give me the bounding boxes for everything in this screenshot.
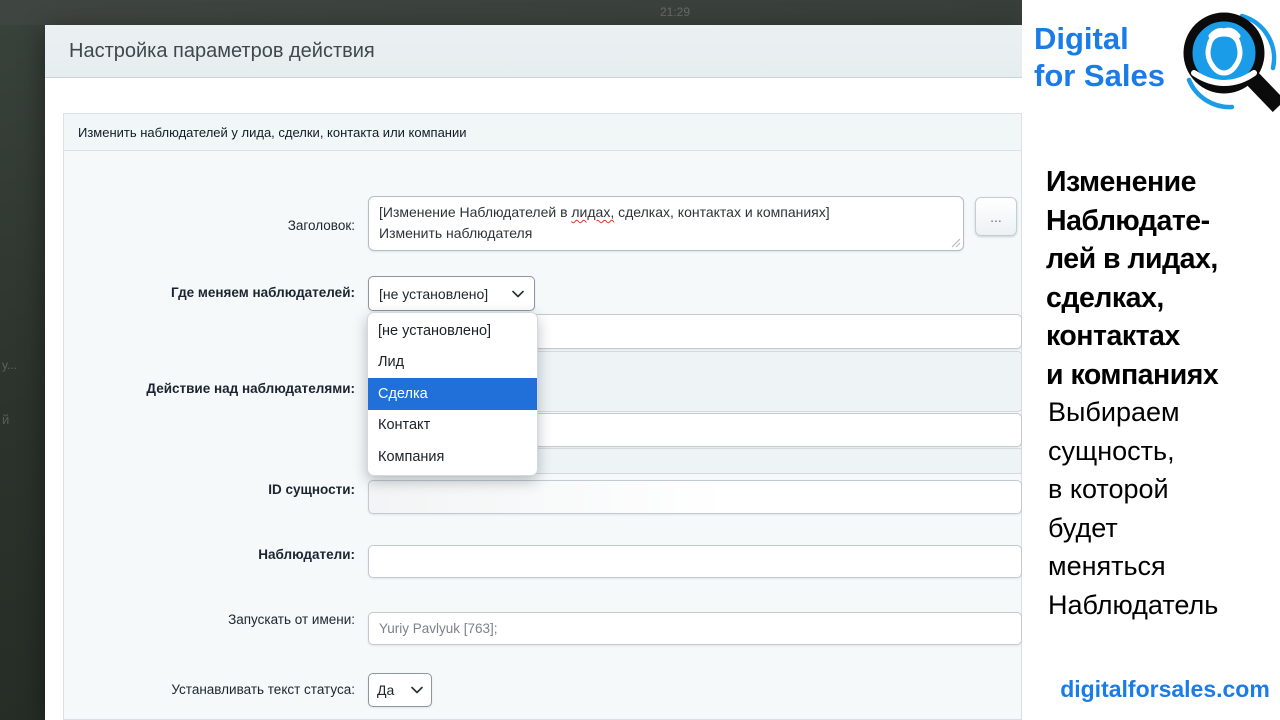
misspelled-word: лидах, xyxy=(571,204,615,220)
status-text-select-value: Да xyxy=(377,682,395,698)
dropdown-option-company[interactable]: Компания xyxy=(368,441,537,473)
sidebar-description-line: в которой xyxy=(1048,474,1169,504)
video-top-bar xyxy=(0,0,1022,25)
magnifier-face-logo-icon xyxy=(1183,12,1280,112)
brand-logo-line1: Digital xyxy=(1034,21,1129,56)
dropdown-option-lead[interactable]: Лид xyxy=(368,347,537,379)
sidebar-heading-line: лей в лидах, xyxy=(1046,243,1218,275)
action-description-bar: Изменить наблюдателей у лида, сделки, ко… xyxy=(63,113,1022,151)
title-field-label: Заголовок: xyxy=(287,218,355,233)
title-textarea-line2: Изменить наблюдателя xyxy=(379,225,533,241)
textarea-resize-handle-icon[interactable] xyxy=(951,238,961,248)
entity-id-label: ID сущности: xyxy=(268,482,355,497)
status-text-label: Устанавливать текст статуса: xyxy=(171,682,355,697)
dropdown-option-contact[interactable]: Контакт xyxy=(368,410,537,442)
brand-logo-line2: for Sales xyxy=(1034,58,1165,93)
chevron-down-icon xyxy=(512,290,524,297)
background-watermark: y... xyxy=(2,358,18,372)
title-text-part2: сделках, контактах и компаниях] xyxy=(614,204,830,220)
sidebar-description-line: Выбираем xyxy=(1048,397,1180,427)
sidebar-description-line: будет xyxy=(1048,512,1118,543)
action-field-label: Действие над наблюдателями: xyxy=(146,381,355,396)
sidebar-description: Выбираем сущность, в которой будет менят… xyxy=(1048,393,1218,624)
sidebar-heading-line: сделках, xyxy=(1046,281,1164,314)
status-text-select[interactable]: Да xyxy=(368,673,432,707)
entity-select-value: [не установлено] xyxy=(379,285,489,302)
title-textarea-line1: [Изменение Наблюдателей в лидах, сделках… xyxy=(379,202,953,223)
sidebar-heading-line: и компаниях xyxy=(1046,358,1219,391)
title-text-part1: [Изменение Наблюдателей в xyxy=(379,204,572,220)
sidebar-heading-line: Изменение xyxy=(1046,166,1197,198)
entity-dropdown-list: [не установлено] Лид Сделка Контакт Комп… xyxy=(367,312,538,476)
action-description-text: Изменить наблюдателей у лида, сделки, ко… xyxy=(78,124,467,140)
dialog-header: Настройка параметров действия xyxy=(45,25,1022,78)
sidebar-heading-line: Наблюдате- xyxy=(1046,204,1210,237)
dropdown-option-deal[interactable]: Сделка xyxy=(368,378,537,410)
sidebar-description-line: меняться xyxy=(1048,551,1166,581)
dropdown-option-not-set[interactable]: [не установлено] xyxy=(368,315,537,347)
entity-select-label: Где меняем наблюдателей: xyxy=(170,285,355,300)
run-as-label: Запускать от имени: xyxy=(228,612,355,627)
title-more-button[interactable]: ... xyxy=(975,197,1017,236)
screen: 21:29 y... й Настройка параметров действ… xyxy=(0,0,1280,720)
faint-clock-text: 21:29 xyxy=(660,5,691,19)
title-textarea[interactable]: [Изменение Наблюдателей в лидах, сделках… xyxy=(368,196,964,251)
sidebar-description-line: Наблюдатель xyxy=(1048,589,1219,620)
background-watermark: й xyxy=(2,412,10,427)
chevron-down-icon xyxy=(411,686,423,694)
run-as-input[interactable]: Yuriy Pavlyuk [763]; xyxy=(368,612,1022,645)
website-link[interactable]: digitalforsales.com xyxy=(1022,676,1280,703)
sidebar-heading-line: контактах xyxy=(1046,320,1180,352)
dialog-title: Настройка параметров действия xyxy=(69,39,375,62)
observers-label: Наблюдатели: xyxy=(258,547,355,562)
entity-id-input[interactable] xyxy=(368,480,1022,514)
observers-input[interactable] xyxy=(368,545,1022,578)
entity-select[interactable]: [не установлено] xyxy=(368,276,535,311)
brand-logo-text: Digital for Sales xyxy=(1034,20,1165,94)
annotation-sidebar: Digital for Sales Изменение Наблюдате- л… xyxy=(1022,0,1280,720)
sidebar-heading: Изменение Наблюдате- лей в лидах, сделка… xyxy=(1046,163,1219,394)
sidebar-description-line: сущность, xyxy=(1048,435,1175,466)
